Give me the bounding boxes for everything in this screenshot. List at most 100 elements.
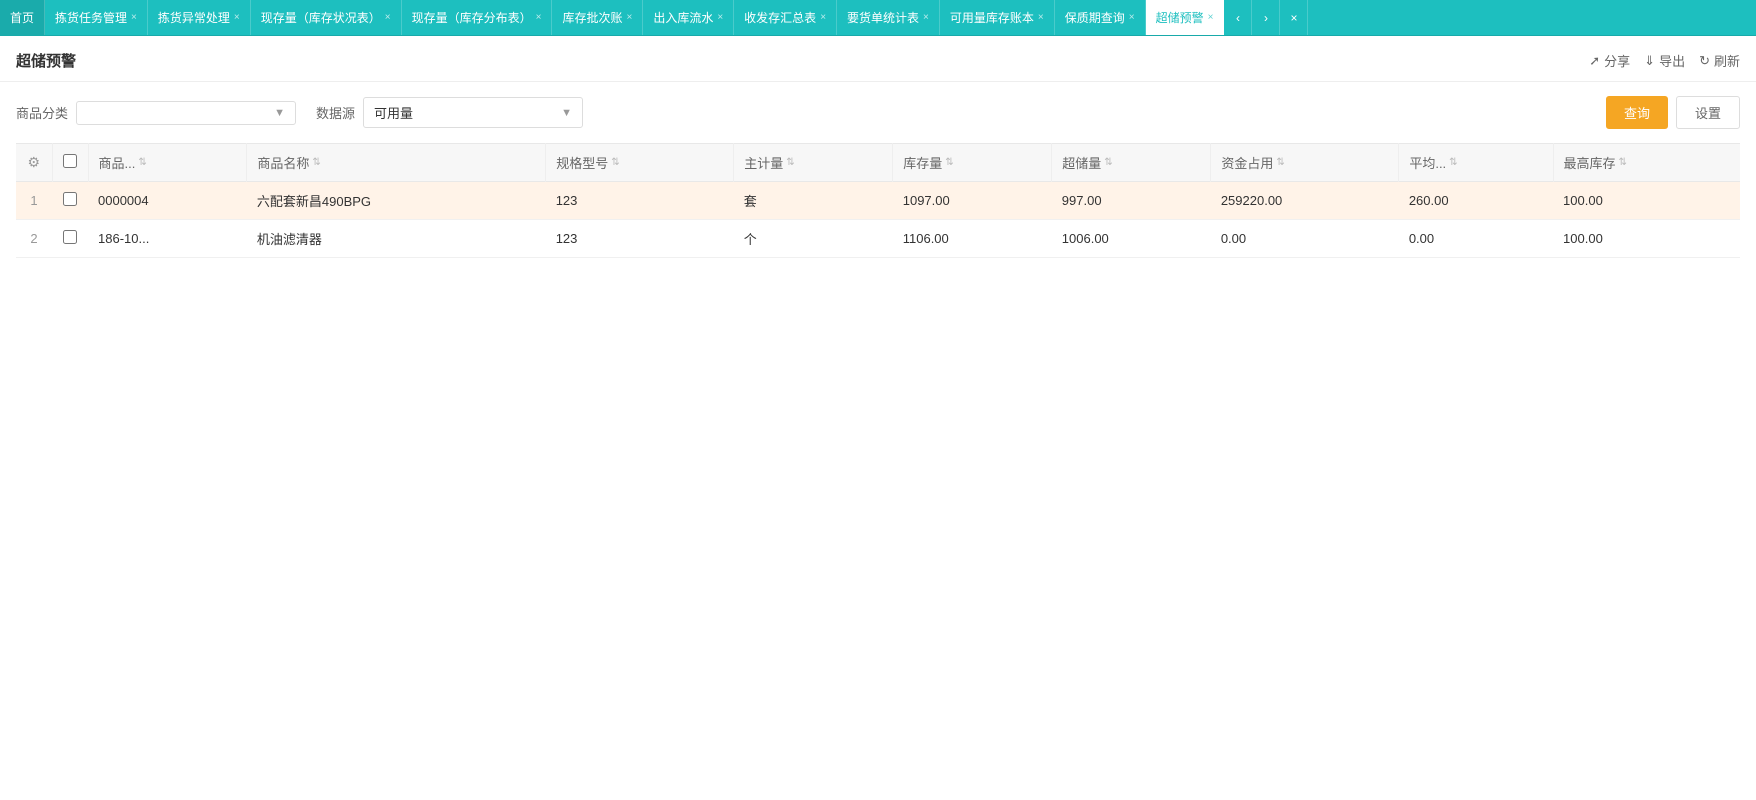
- sort-spec[interactable]: 规格型号 ⇅: [556, 153, 723, 172]
- cell-capital-1: 0.00: [1211, 220, 1399, 258]
- close-tab-inventory-dist[interactable]: ×: [536, 12, 542, 23]
- page-title: 超储预警: [16, 50, 76, 71]
- nav-tab-task-mgmt[interactable]: 拣货任务管理 ×: [45, 0, 148, 35]
- nav-tab-inventory-status[interactable]: 现存量（库存状况表） ×: [251, 0, 402, 35]
- th-gear: ⚙: [16, 144, 52, 182]
- sort-icon-stock: ⇅: [945, 157, 953, 168]
- top-nav: 首页 拣货任务管理 × 拣货异常处理 × 现存量（库存状况表） × 现存量（库存…: [0, 0, 1756, 36]
- sort-icon-maxstock: ⇅: [1619, 157, 1627, 168]
- page-content: 超储预警 ➚ 分享 ⇓ 导出 ↻ 刷新 商品分类 ▼ 数据源: [0, 36, 1756, 800]
- nav-close-all[interactable]: ×: [1280, 0, 1308, 35]
- nav-tab-available-ledger[interactable]: 可用量库存账本 ×: [940, 0, 1055, 35]
- th-spec: 规格型号 ⇅: [546, 144, 734, 182]
- export-icon: ⇓: [1644, 53, 1655, 69]
- datasource-label: 数据源: [316, 103, 355, 122]
- th-name: 商品名称 ⇅: [247, 144, 546, 182]
- header-actions: ➚ 分享 ⇓ 导出 ↻ 刷新: [1589, 51, 1740, 70]
- table-body: 1 0000004 六配套新昌490BPG 123 套 1097.00 997.…: [16, 182, 1740, 258]
- sort-unit[interactable]: 主计量 ⇅: [744, 153, 882, 172]
- sort-avg[interactable]: 平均... ⇅: [1409, 153, 1542, 172]
- sort-stock[interactable]: 库存量 ⇅: [903, 153, 1041, 172]
- refresh-icon: ↻: [1699, 53, 1710, 69]
- export-button[interactable]: ⇓ 导出: [1644, 51, 1685, 70]
- sort-icon-spec: ⇅: [611, 157, 619, 168]
- nav-tab-expiry[interactable]: 保质期查询 ×: [1055, 0, 1146, 35]
- table-row[interactable]: 2 186-10... 机油滤清器 123 个 1106.00 1006.00 …: [16, 220, 1740, 258]
- filter-datasource: 数据源 可用量 ▼: [316, 97, 583, 128]
- category-chevron-icon: ▼: [274, 107, 285, 119]
- close-tab-available-ledger[interactable]: ×: [1038, 12, 1044, 23]
- sort-name[interactable]: 商品名称 ⇅: [257, 153, 535, 172]
- datasource-select[interactable]: 可用量 ▼: [363, 97, 583, 128]
- cell-stock-1: 1106.00: [893, 220, 1052, 258]
- sort-icon-code: ⇅: [138, 157, 146, 168]
- nav-arrow-left[interactable]: ‹: [1224, 0, 1252, 35]
- th-maxstock: 最高库存 ⇅: [1553, 144, 1740, 182]
- close-tab-batch[interactable]: ×: [626, 12, 632, 23]
- nav-tab-inventory-dist[interactable]: 现存量（库存分布表） ×: [402, 0, 553, 35]
- filter-category: 商品分类 ▼: [16, 101, 296, 125]
- datasource-chevron-icon: ▼: [561, 107, 572, 119]
- close-tab-inout-flow[interactable]: ×: [717, 12, 723, 23]
- share-button[interactable]: ➚ 分享: [1589, 51, 1630, 70]
- nav-tab-collect[interactable]: 收发存汇总表 ×: [734, 0, 837, 35]
- cell-code-1: 186-10...: [88, 220, 247, 258]
- row-num-1: 2: [16, 220, 52, 258]
- th-stock: 库存量 ⇅: [893, 144, 1052, 182]
- refresh-button[interactable]: ↻ 刷新: [1699, 51, 1740, 70]
- settings-button[interactable]: 设置: [1676, 96, 1740, 129]
- checkbox-row-1[interactable]: [63, 230, 77, 244]
- close-tab-task-mgmt[interactable]: ×: [131, 12, 137, 23]
- row-checkbox-1: [52, 220, 88, 258]
- nav-arrow-right[interactable]: ›: [1252, 0, 1280, 35]
- close-tab-inventory-status[interactable]: ×: [385, 12, 391, 23]
- share-icon: ➚: [1589, 53, 1600, 69]
- nav-tab-overstock[interactable]: 超储预警 ×: [1146, 0, 1225, 35]
- category-select[interactable]: ▼: [76, 101, 296, 125]
- sort-icon-overstock: ⇅: [1104, 157, 1112, 168]
- category-label: 商品分类: [16, 103, 68, 122]
- close-tab-order-stat[interactable]: ×: [923, 12, 929, 23]
- sort-capital[interactable]: 资金占用 ⇅: [1221, 153, 1388, 172]
- filter-actions: 查询 设置: [1606, 96, 1740, 129]
- cell-name-0: 六配套新昌490BPG: [247, 182, 546, 220]
- close-tab-expiry[interactable]: ×: [1129, 12, 1135, 23]
- cell-maxstock-0: 100.00: [1553, 182, 1740, 220]
- sort-maxstock[interactable]: 最高库存 ⇅: [1564, 153, 1730, 172]
- cell-overstock-1: 1006.00: [1052, 220, 1211, 258]
- query-button[interactable]: 查询: [1606, 96, 1668, 129]
- row-num-0: 1: [16, 182, 52, 220]
- close-tab-abnormal[interactable]: ×: [234, 12, 240, 23]
- nav-tab-inout-flow[interactable]: 出入库流水 ×: [643, 0, 734, 35]
- table-row[interactable]: 1 0000004 六配套新昌490BPG 123 套 1097.00 997.…: [16, 182, 1740, 220]
- page-header: 超储预警 ➚ 分享 ⇓ 导出 ↻ 刷新: [0, 36, 1756, 82]
- cell-stock-0: 1097.00: [893, 182, 1052, 220]
- cell-capital-0: 259220.00: [1211, 182, 1399, 220]
- data-table: ⚙ 商品... ⇅ 商品名称 ⇅: [16, 143, 1740, 258]
- th-avg: 平均... ⇅: [1399, 144, 1553, 182]
- cell-spec-0: 123: [546, 182, 734, 220]
- nav-tab-home[interactable]: 首页: [0, 0, 45, 35]
- cell-code-0: 0000004: [88, 182, 247, 220]
- checkbox-row-0[interactable]: [63, 192, 77, 206]
- cell-avg-1: 0.00: [1399, 220, 1553, 258]
- sort-code[interactable]: 商品... ⇅: [99, 153, 237, 172]
- close-tab-collect[interactable]: ×: [820, 12, 826, 23]
- select-all-checkbox[interactable]: [63, 154, 77, 168]
- nav-tab-batch[interactable]: 库存批次账 ×: [552, 0, 643, 35]
- cell-unit-1: 个: [734, 220, 893, 258]
- sort-icon-avg: ⇅: [1449, 157, 1457, 168]
- cell-unit-0: 套: [734, 182, 893, 220]
- gear-settings-icon[interactable]: ⚙: [27, 154, 40, 170]
- th-capital: 资金占用 ⇅: [1211, 144, 1399, 182]
- sort-overstock[interactable]: 超储量 ⇅: [1062, 153, 1200, 172]
- close-tab-overstock[interactable]: ×: [1208, 12, 1214, 23]
- nav-tab-order-stat[interactable]: 要货单统计表 ×: [837, 0, 940, 35]
- cell-maxstock-1: 100.00: [1553, 220, 1740, 258]
- th-code: 商品... ⇅: [88, 144, 247, 182]
- nav-tab-abnormal[interactable]: 拣货异常处理 ×: [148, 0, 251, 35]
- cell-spec-1: 123: [546, 220, 734, 258]
- th-overstock: 超储量 ⇅: [1052, 144, 1211, 182]
- table-container: ⚙ 商品... ⇅ 商品名称 ⇅: [0, 143, 1756, 258]
- sort-icon-unit: ⇅: [786, 157, 794, 168]
